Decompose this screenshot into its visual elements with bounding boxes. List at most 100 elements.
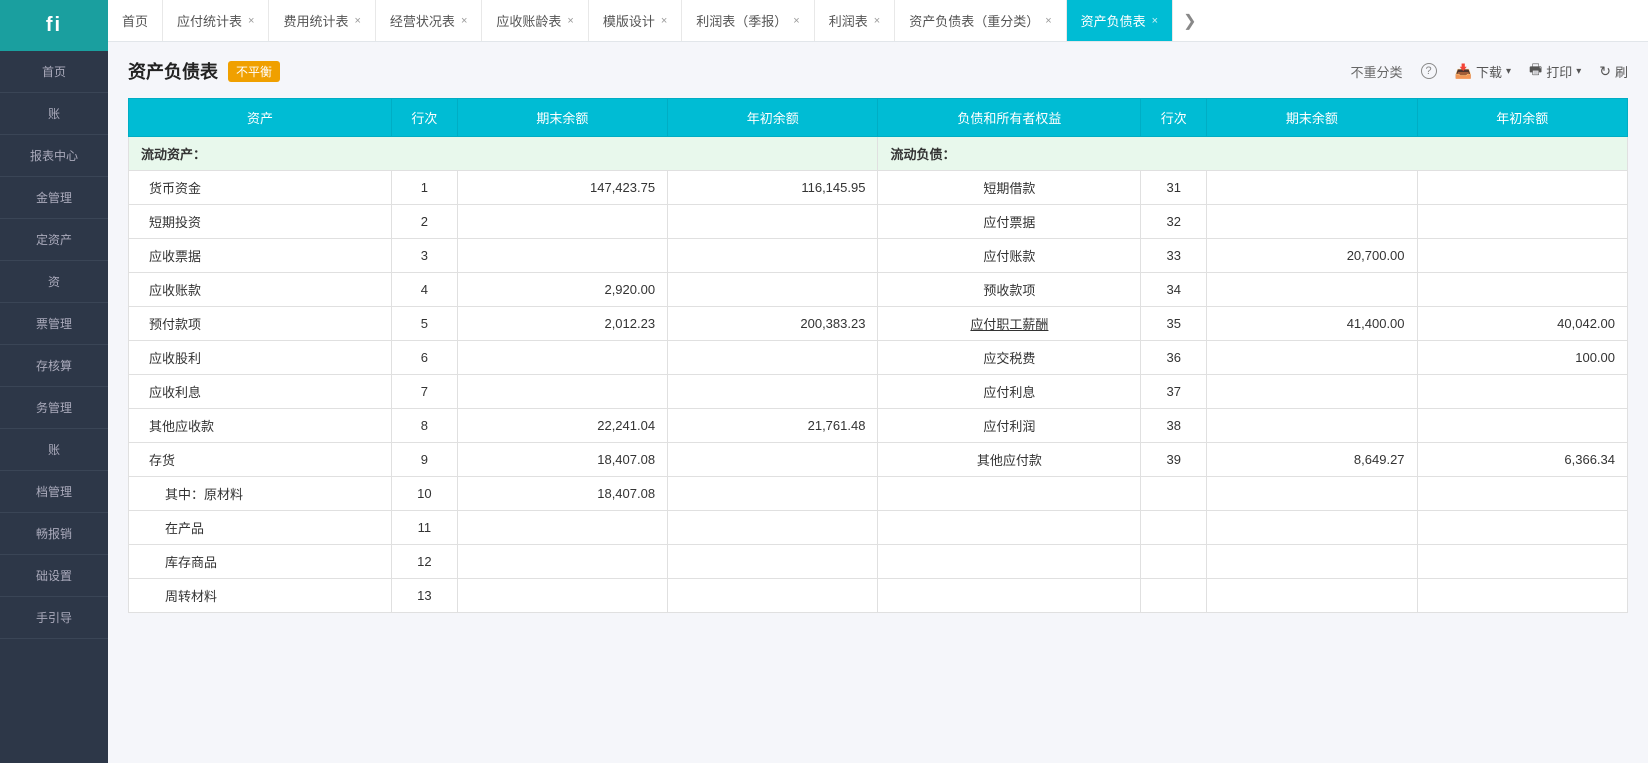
- asset-end-balance[interactable]: 2,012.23: [457, 307, 667, 341]
- asset-name[interactable]: 在产品: [129, 511, 392, 545]
- asset-begin-balance[interactable]: [668, 205, 878, 239]
- liability-end-balance[interactable]: 20,700.00: [1207, 239, 1417, 273]
- tab-payable-stats-close[interactable]: ×: [248, 15, 254, 27]
- tab-profit[interactable]: 利润表 ×: [815, 0, 895, 41]
- liability-name[interactable]: [878, 545, 1141, 579]
- asset-begin-balance[interactable]: [668, 443, 878, 477]
- liability-name[interactable]: [878, 579, 1141, 613]
- sidebar-item-cash-mgmt[interactable]: 金管理: [0, 177, 108, 219]
- liability-name[interactable]: 应付利息: [878, 375, 1141, 409]
- tab-profit-quarterly[interactable]: 利润表（季报） ×: [682, 0, 814, 41]
- liability-name[interactable]: 其他应付款: [878, 443, 1141, 477]
- liability-begin-balance[interactable]: [1417, 205, 1627, 239]
- liability-end-balance[interactable]: [1207, 273, 1417, 307]
- liability-end-balance[interactable]: [1207, 477, 1417, 511]
- asset-name[interactable]: 其他应收款: [129, 409, 392, 443]
- liability-end-balance[interactable]: [1207, 171, 1417, 205]
- asset-end-balance[interactable]: [457, 375, 667, 409]
- asset-end-balance[interactable]: 147,423.75: [457, 171, 667, 205]
- liability-end-balance[interactable]: [1207, 545, 1417, 579]
- tab-template-design[interactable]: 模版设计 ×: [589, 0, 682, 41]
- asset-name[interactable]: 库存商品: [129, 545, 392, 579]
- liability-end-balance[interactable]: [1207, 375, 1417, 409]
- asset-name[interactable]: 应收票据: [129, 239, 392, 273]
- asset-begin-balance[interactable]: 116,145.95: [668, 171, 878, 205]
- asset-begin-balance[interactable]: [668, 579, 878, 613]
- asset-name[interactable]: 应收账款: [129, 273, 392, 307]
- tab-balance[interactable]: 资产负债表 ×: [1067, 0, 1173, 41]
- tab-operation-status[interactable]: 经营状况表 ×: [376, 0, 482, 41]
- asset-begin-balance[interactable]: [668, 239, 878, 273]
- tab-balance-close[interactable]: ×: [1152, 15, 1158, 27]
- sidebar-item-ledger[interactable]: 账: [0, 93, 108, 135]
- tab-operation-status-close[interactable]: ×: [461, 15, 467, 27]
- asset-end-balance[interactable]: [457, 239, 667, 273]
- sidebar-item-fixed-assets[interactable]: 定资产: [0, 219, 108, 261]
- tab-expense-stats-close[interactable]: ×: [354, 15, 360, 27]
- asset-name[interactable]: 周转材料: [129, 579, 392, 613]
- liability-name[interactable]: [878, 511, 1141, 545]
- sidebar-item-report-center[interactable]: 报表中心: [0, 135, 108, 177]
- asset-name[interactable]: 应收利息: [129, 375, 392, 409]
- asset-name[interactable]: 短期投资: [129, 205, 392, 239]
- asset-name[interactable]: 应收股利: [129, 341, 392, 375]
- tab-balance-reclassified[interactable]: 资产负债表（重分类） ×: [895, 0, 1066, 41]
- tab-payable-stats[interactable]: 应付统计表 ×: [163, 0, 269, 41]
- liability-begin-balance[interactable]: [1417, 171, 1627, 205]
- print-button[interactable]: 🖶 打印 ▾: [1529, 59, 1581, 83]
- asset-begin-balance[interactable]: [668, 375, 878, 409]
- tab-profit-quarterly-close[interactable]: ×: [793, 15, 799, 27]
- tab-balance-reclassified-close[interactable]: ×: [1045, 15, 1051, 27]
- liability-begin-balance[interactable]: [1417, 545, 1627, 579]
- asset-name[interactable]: 货币资金: [129, 171, 392, 205]
- asset-begin-balance[interactable]: [668, 511, 878, 545]
- liability-end-balance[interactable]: [1207, 341, 1417, 375]
- asset-begin-balance[interactable]: 200,383.23: [668, 307, 878, 341]
- sidebar-item-investment[interactable]: 资: [0, 261, 108, 303]
- asset-begin-balance[interactable]: 21,761.48: [668, 409, 878, 443]
- liability-begin-balance[interactable]: [1417, 375, 1627, 409]
- sidebar-item-account2[interactable]: 账: [0, 429, 108, 471]
- asset-name[interactable]: 其中：原材料: [129, 477, 392, 511]
- sidebar-item-settings[interactable]: 础设置: [0, 555, 108, 597]
- tab-receivable-aging-close[interactable]: ×: [567, 15, 573, 27]
- asset-begin-balance[interactable]: [668, 341, 878, 375]
- asset-begin-balance[interactable]: [668, 273, 878, 307]
- sidebar-item-archive[interactable]: 档管理: [0, 471, 108, 513]
- asset-end-balance[interactable]: [457, 341, 667, 375]
- download-button[interactable]: 📥 下载 ▾: [1455, 62, 1511, 81]
- asset-end-balance[interactable]: [457, 579, 667, 613]
- liability-name[interactable]: 预收款项: [878, 273, 1141, 307]
- liability-begin-balance[interactable]: [1417, 273, 1627, 307]
- asset-end-balance[interactable]: [457, 205, 667, 239]
- liability-end-balance[interactable]: [1207, 205, 1417, 239]
- liability-end-balance[interactable]: 8,649.27: [1207, 443, 1417, 477]
- sidebar-item-home[interactable]: 首页: [0, 51, 108, 93]
- liability-name[interactable]: 应付账款: [878, 239, 1141, 273]
- liability-begin-balance[interactable]: [1417, 579, 1627, 613]
- asset-begin-balance[interactable]: [668, 477, 878, 511]
- asset-end-balance[interactable]: [457, 511, 667, 545]
- help-button[interactable]: ?: [1421, 63, 1437, 79]
- liability-begin-balance[interactable]: [1417, 239, 1627, 273]
- tab-more-button[interactable]: ❯: [1173, 11, 1206, 31]
- tab-profit-close[interactable]: ×: [874, 15, 880, 27]
- liability-name[interactable]: 应付职工薪酬: [878, 307, 1141, 341]
- liability-name[interactable]: 应交税费: [878, 341, 1141, 375]
- liability-begin-balance[interactable]: [1417, 409, 1627, 443]
- asset-end-balance[interactable]: 18,407.08: [457, 477, 667, 511]
- liability-name[interactable]: [878, 477, 1141, 511]
- liability-end-balance[interactable]: [1207, 579, 1417, 613]
- liability-begin-balance[interactable]: [1417, 511, 1627, 545]
- asset-end-balance[interactable]: 22,241.04: [457, 409, 667, 443]
- sidebar-item-expense[interactable]: 畅报销: [0, 513, 108, 555]
- liability-end-balance[interactable]: [1207, 409, 1417, 443]
- tab-receivable-aging[interactable]: 应收账龄表 ×: [482, 0, 588, 41]
- liability-begin-balance[interactable]: 40,042.00: [1417, 307, 1627, 341]
- liability-name[interactable]: 应付票据: [878, 205, 1141, 239]
- liability-begin-balance[interactable]: 100.00: [1417, 341, 1627, 375]
- liability-end-balance[interactable]: [1207, 511, 1417, 545]
- sidebar-item-bill-mgmt[interactable]: 票管理: [0, 303, 108, 345]
- sidebar-item-inventory[interactable]: 存核算: [0, 345, 108, 387]
- tab-template-design-close[interactable]: ×: [661, 15, 667, 27]
